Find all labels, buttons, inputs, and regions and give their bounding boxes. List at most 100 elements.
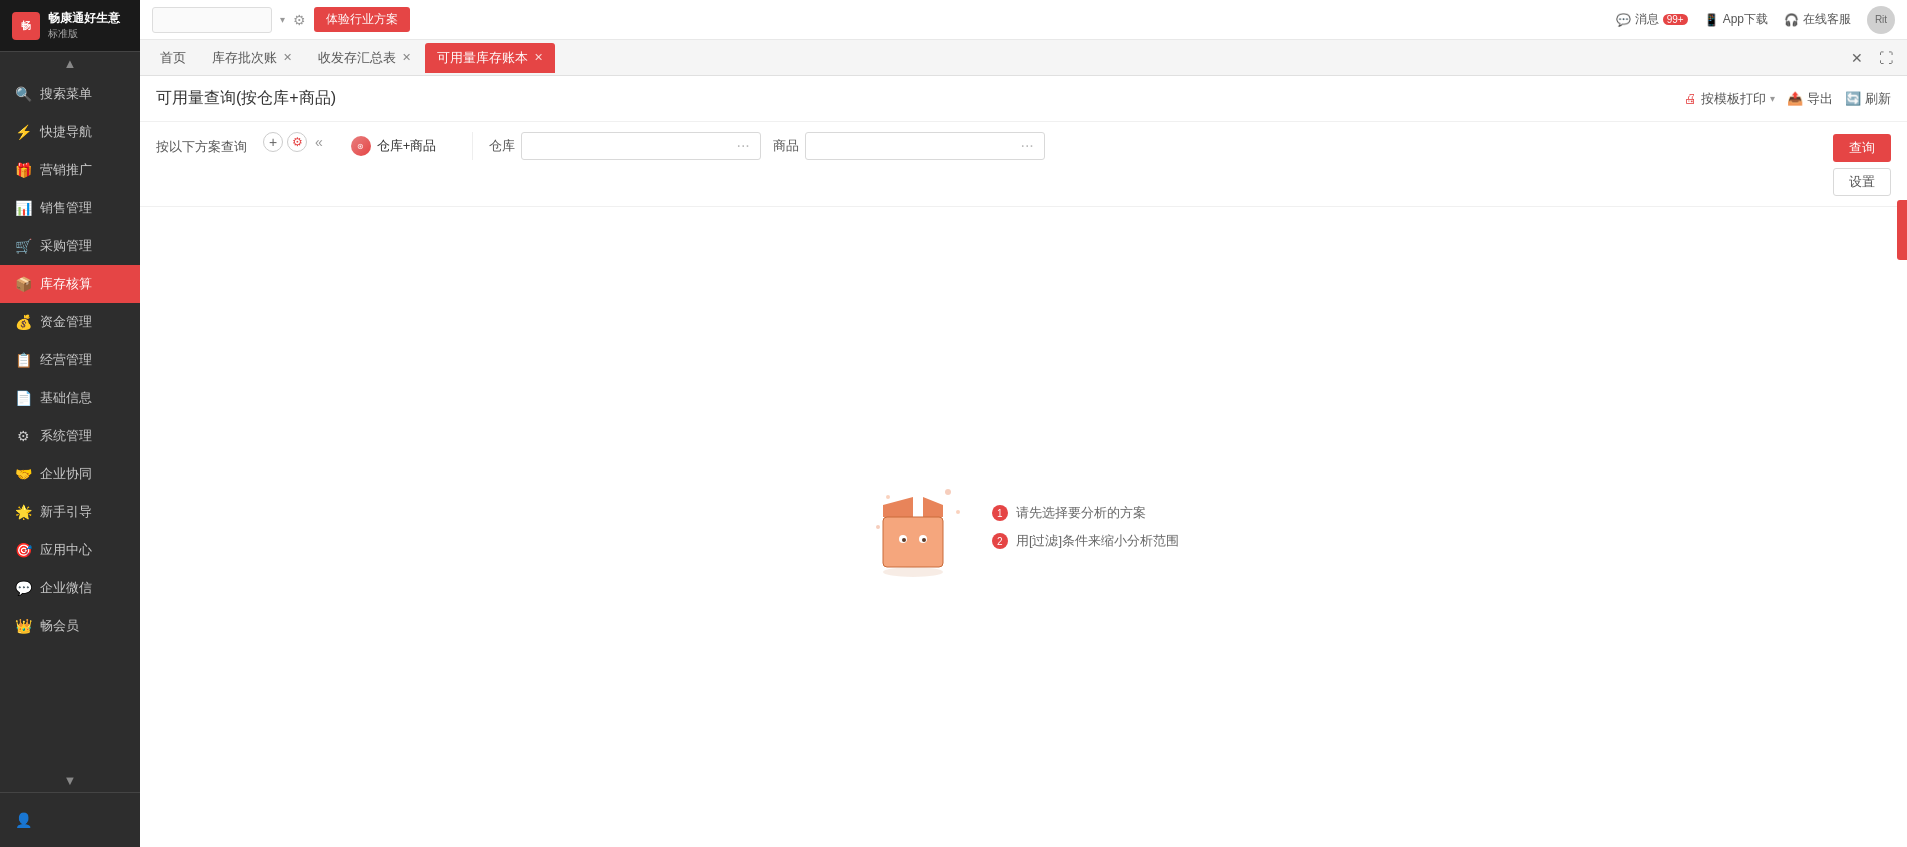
product-dots-icon[interactable]: ··· xyxy=(1018,135,1035,157)
sidebar-item-label: 快捷导航 xyxy=(40,123,92,141)
sidebar-item-label: 企业协同 xyxy=(40,465,92,483)
message-badge: 99+ xyxy=(1663,14,1688,25)
sidebar: 畅 畅康通好生意 标准版 ▲ 🔍 搜索菜单 ⚡ 快捷导航 🎁 营销推广 📊 销售… xyxy=(0,0,140,847)
sidebar-item-wechat[interactable]: 💬 企业微信 xyxy=(0,569,140,607)
template-print-chevron-icon[interactable]: ▾ xyxy=(1770,93,1775,104)
sidebar-item-label: 系统管理 xyxy=(40,427,92,445)
topbar-right: 💬 消息 99+ 📱 App下载 🎧 在线客服 Rit xyxy=(1616,6,1895,34)
sidebar-item-search[interactable]: 🔍 搜索菜单 xyxy=(0,75,140,113)
query-button[interactable]: 查询 xyxy=(1833,134,1891,162)
tab-home[interactable]: 首页 xyxy=(148,43,198,73)
refresh-button[interactable]: 🔄 刷新 xyxy=(1845,90,1891,108)
sidebar-item-user-settings[interactable]: 👤 xyxy=(0,801,140,839)
page-actions: 🖨 按模板打印 ▾ 📤 导出 🔄 刷新 xyxy=(1684,90,1891,108)
tabbar-close-button[interactable]: ✕ xyxy=(1845,48,1869,68)
user-avatar[interactable]: Rit xyxy=(1867,6,1895,34)
topbar-gear-icon[interactable]: ⚙ xyxy=(293,12,306,28)
page-title: 可用量查询(按仓库+商品) xyxy=(156,88,336,109)
page-header: 可用量查询(按仓库+商品) 🖨 按模板打印 ▾ 📤 导出 🔄 刷新 xyxy=(140,76,1907,122)
empty-box-svg xyxy=(868,477,968,577)
tab-receipt-summary-close-icon[interactable]: ✕ xyxy=(402,51,411,64)
onboarding-icon: 🌟 xyxy=(14,503,32,521)
sidebar-item-quick-nav[interactable]: ⚡ 快捷导航 xyxy=(0,113,140,151)
filter-collapse-button[interactable]: « xyxy=(311,134,327,150)
app-download-button[interactable]: 📱 App下载 xyxy=(1704,11,1768,28)
sidebar-item-label: 销售管理 xyxy=(40,199,92,217)
deco-dot-4 xyxy=(876,525,880,529)
tab-bar: 首页 库存批次账 ✕ 收发存汇总表 ✕ 可用量库存账本 ✕ ✕ ⛶ xyxy=(140,40,1907,76)
quick-nav-icon: ⚡ xyxy=(14,123,32,141)
basic-info-icon: 📄 xyxy=(14,389,32,407)
deco-dot-1 xyxy=(886,495,890,499)
sidebar-scroll-down[interactable]: ▼ xyxy=(0,769,140,792)
app-title-wrap: 畅康通好生意 标准版 xyxy=(48,10,120,41)
box-flap-left xyxy=(883,497,913,517)
warehouse-input[interactable]: ··· xyxy=(521,132,761,160)
sidebar-item-cooperation[interactable]: 🤝 企业协同 xyxy=(0,455,140,493)
sidebar-item-operations[interactable]: 📋 经营管理 xyxy=(0,341,140,379)
settings-button[interactable]: 设置 xyxy=(1833,168,1891,196)
sidebar-item-sales[interactable]: 📊 销售管理 xyxy=(0,189,140,227)
sidebar-item-system[interactable]: ⚙ 系统管理 xyxy=(0,417,140,455)
tab-available-ledger-close-icon[interactable]: ✕ xyxy=(534,51,543,64)
sidebar-item-marketing[interactable]: 🎁 营销推广 xyxy=(0,151,140,189)
sidebar-item-onboarding[interactable]: 🌟 新手引导 xyxy=(0,493,140,531)
sidebar-item-finance[interactable]: 💰 资金管理 xyxy=(0,303,140,341)
product-label: 商品 xyxy=(773,137,799,155)
box-flap-right xyxy=(923,497,943,517)
app-download-label: App下载 xyxy=(1723,11,1768,28)
tab-batch-ledger-close-icon[interactable]: ✕ xyxy=(283,51,292,64)
export-label: 导出 xyxy=(1807,90,1833,108)
tip-num-1: 1 xyxy=(992,505,1008,521)
message-button[interactable]: 💬 消息 99+ xyxy=(1616,11,1688,28)
empty-tips: 1 请先选择要分析的方案 2 用[过滤]条件来缩小分析范围 xyxy=(992,504,1179,550)
warehouse-dots-icon[interactable]: ··· xyxy=(734,135,751,157)
online-service-button[interactable]: 🎧 在线客服 xyxy=(1784,11,1851,28)
sidebar-item-label: 企业微信 xyxy=(40,579,92,597)
right-edge-bar xyxy=(1897,200,1907,260)
filter-inputs: 仓库 ··· 商品 ··· xyxy=(489,132,1817,160)
sidebar-item-basic-info[interactable]: 📄 基础信息 xyxy=(0,379,140,417)
product-input[interactable]: ··· xyxy=(805,132,1045,160)
sidebar-item-inventory[interactable]: 📦 库存核算 xyxy=(0,265,140,303)
cooperation-icon: 🤝 xyxy=(14,465,32,483)
sidebar-item-label: 基础信息 xyxy=(40,389,92,407)
box-shadow xyxy=(883,567,943,577)
page-content: 可用量查询(按仓库+商品) 🖨 按模板打印 ▾ 📤 导出 🔄 刷新 按以下 xyxy=(140,76,1907,847)
deco-dot-2 xyxy=(945,489,951,495)
box-pupil-right xyxy=(922,538,926,542)
scheme-icon: ⊛ xyxy=(351,136,371,156)
sidebar-item-label: 搜索菜单 xyxy=(40,85,92,103)
filter-scheme-actions: + ⚙ « xyxy=(263,132,327,152)
topbar-chevron-icon[interactable]: ▾ xyxy=(280,14,285,25)
sidebar-item-label: 经营管理 xyxy=(40,351,92,369)
topbar-search-box[interactable] xyxy=(152,7,272,33)
refresh-icon: 🔄 xyxy=(1845,91,1861,106)
deco-dot-3 xyxy=(956,510,960,514)
sales-icon: 📊 xyxy=(14,199,32,217)
template-print-label: 按模板打印 xyxy=(1701,90,1766,108)
empty-tip-2: 2 用[过滤]条件来缩小分析范围 xyxy=(992,532,1179,550)
trial-button[interactable]: 体验行业方案 xyxy=(314,7,410,32)
sidebar-scroll-up[interactable]: ▲ xyxy=(0,52,140,75)
sidebar-item-label: 资金管理 xyxy=(40,313,92,331)
tabbar-expand-button[interactable]: ⛶ xyxy=(1873,48,1899,68)
sidebar-item-app-center[interactable]: 🎯 应用中心 xyxy=(0,531,140,569)
sidebar-bottom: 👤 xyxy=(0,792,140,847)
sidebar-item-label: 营销推广 xyxy=(40,161,92,179)
filter-setting-button[interactable]: ⚙ xyxy=(287,132,307,152)
purchase-icon: 🛒 xyxy=(14,237,32,255)
sidebar-item-label: 新手引导 xyxy=(40,503,92,521)
sidebar-item-purchase[interactable]: 🛒 采购管理 xyxy=(0,227,140,265)
sidebar-item-membership[interactable]: 👑 畅会员 xyxy=(0,607,140,645)
filter-add-button[interactable]: + xyxy=(263,132,283,152)
filter-scheme-item[interactable]: ⊛ 仓库+商品 xyxy=(343,132,456,160)
topbar-search-input[interactable] xyxy=(161,13,241,27)
service-label: 在线客服 xyxy=(1803,11,1851,28)
tab-available-ledger[interactable]: 可用量库存账本 ✕ xyxy=(425,43,555,73)
tab-receipt-summary[interactable]: 收发存汇总表 ✕ xyxy=(306,43,423,73)
template-print-button[interactable]: 🖨 按模板打印 ▾ xyxy=(1684,90,1775,108)
export-button[interactable]: 📤 导出 xyxy=(1787,90,1833,108)
message-icon: 💬 xyxy=(1616,13,1631,27)
tab-batch-ledger[interactable]: 库存批次账 ✕ xyxy=(200,43,304,73)
